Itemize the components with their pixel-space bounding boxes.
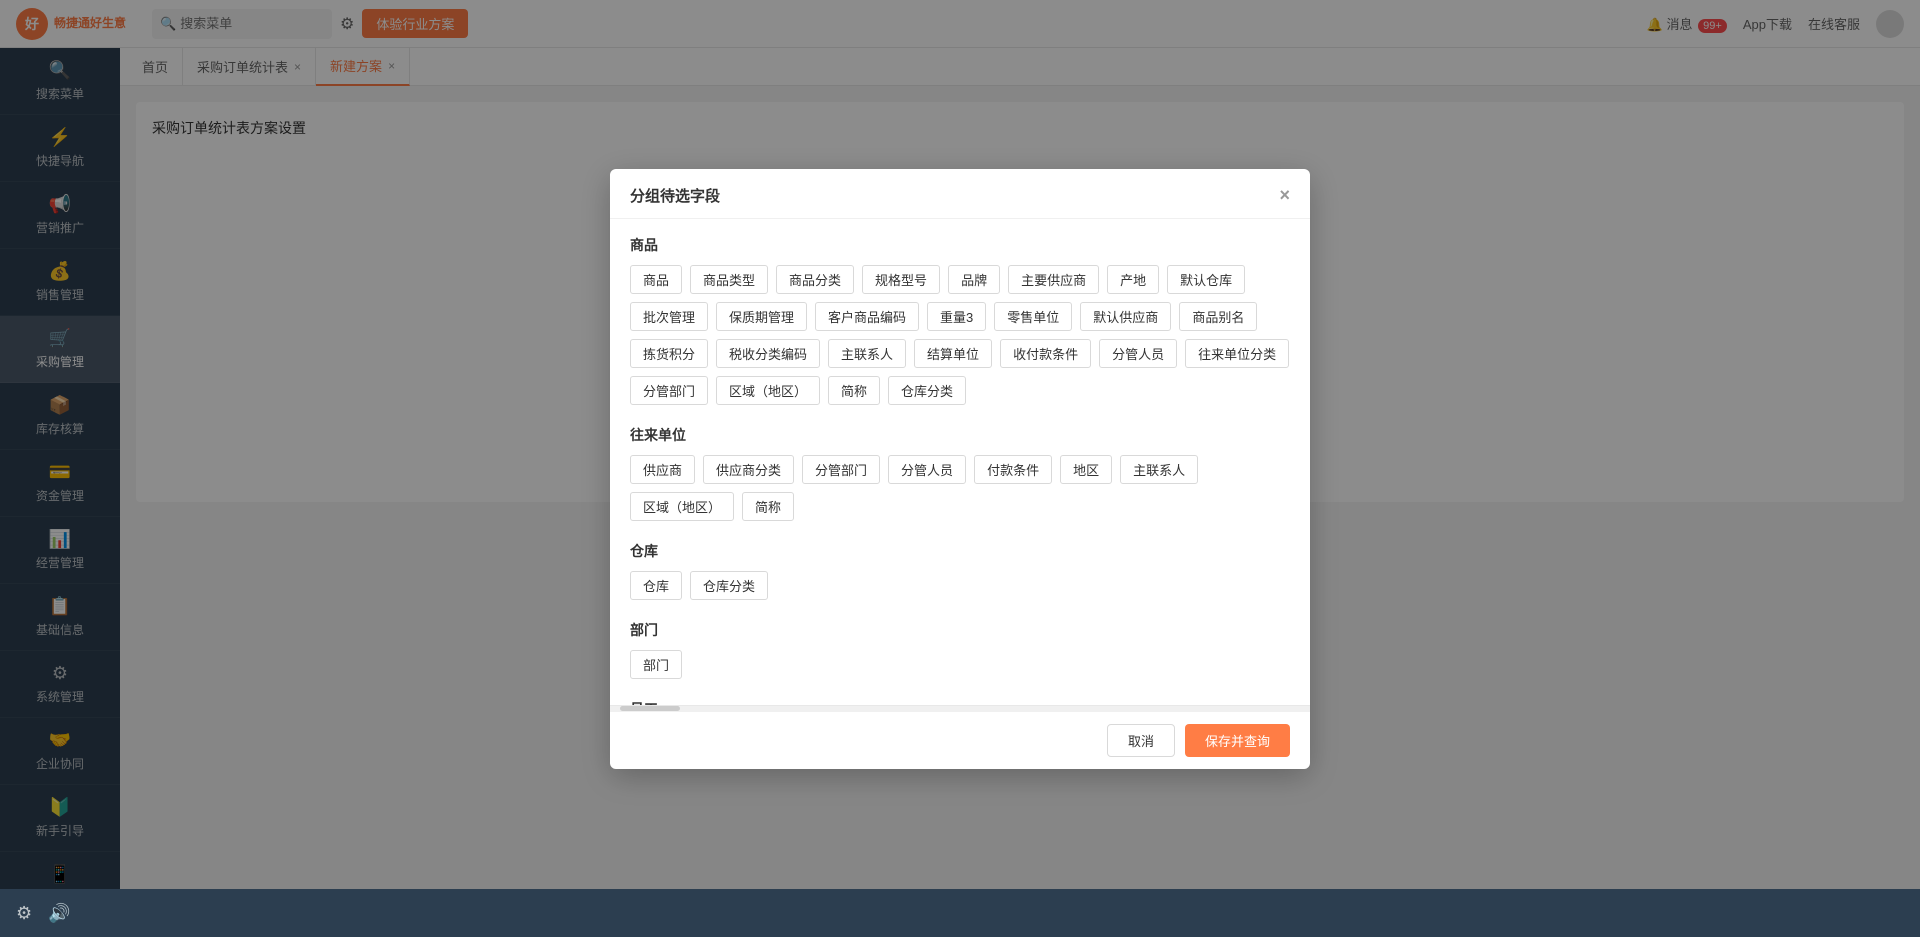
tag-supervisor[interactable]: 分管人员 <box>1099 339 1177 368</box>
dialog-hscroll-thumb <box>620 706 680 711</box>
cancel-button[interactable]: 取消 <box>1107 724 1175 757</box>
section-dept-tags: 部门 <box>630 650 1290 679</box>
tag-customer-code[interactable]: 客户商品编码 <box>815 302 919 331</box>
tag-abbr-product[interactable]: 简称 <box>828 376 880 405</box>
tag-default-warehouse[interactable]: 默认仓库 <box>1167 265 1245 294</box>
settings-bottom-icon[interactable]: ⚙ <box>16 903 32 924</box>
tag-product-type[interactable]: 商品类型 <box>690 265 768 294</box>
section-product-tags: 商品 商品类型 商品分类 规格型号 品牌 主要供应商 产地 默认仓库 批次管理 … <box>630 265 1290 405</box>
section-warehouse-title: 仓库 <box>630 541 1290 561</box>
tag-main-contact-partner[interactable]: 主联系人 <box>1120 455 1198 484</box>
tag-origin[interactable]: 产地 <box>1107 265 1159 294</box>
tag-default-supplier[interactable]: 默认供应商 <box>1080 302 1171 331</box>
section-warehouse-tags: 仓库 仓库分类 <box>630 571 1290 600</box>
dialog-footer: 取消 保存并查询 <box>610 711 1310 769</box>
section-partner-tags: 供应商 供应商分类 分管部门 分管人员 付款条件 地区 主联系人 区域（地区） … <box>630 455 1290 521</box>
tag-settlement-unit[interactable]: 结算单位 <box>914 339 992 368</box>
tag-region-partner[interactable]: 地区 <box>1060 455 1112 484</box>
tag-region2[interactable]: 区域（地区） <box>630 492 734 521</box>
tag-spec-model[interactable]: 规格型号 <box>862 265 940 294</box>
section-product: 商品 商品 商品类型 商品分类 规格型号 品牌 主要供应商 产地 默认仓库 批次… <box>630 235 1290 405</box>
tag-batch-mgmt[interactable]: 批次管理 <box>630 302 708 331</box>
section-partner: 往来单位 供应商 供应商分类 分管部门 分管人员 付款条件 地区 主联系人 区域… <box>630 425 1290 521</box>
audio-bottom-icon[interactable]: 🔊 <box>48 903 70 924</box>
tag-partner-supervisor[interactable]: 分管人员 <box>888 455 966 484</box>
tag-warehouse[interactable]: 仓库 <box>630 571 682 600</box>
section-warehouse: 仓库 仓库 仓库分类 <box>630 541 1290 600</box>
tag-brand[interactable]: 品牌 <box>948 265 1000 294</box>
tag-payment-condition[interactable]: 付款条件 <box>974 455 1052 484</box>
bottom-bar: ⚙ 🔊 <box>0 889 1920 937</box>
tag-product-alias[interactable]: 商品别名 <box>1179 302 1257 331</box>
tag-warehouse-cat[interactable]: 仓库分类 <box>690 571 768 600</box>
tag-product[interactable]: 商品 <box>630 265 682 294</box>
section-dept: 部门 部门 <box>630 620 1290 679</box>
tag-region-product[interactable]: 区域（地区） <box>716 376 820 405</box>
tag-tax-code[interactable]: 税收分类编码 <box>716 339 820 368</box>
dialog-title: 分组待选字段 <box>630 185 720 206</box>
field-select-dialog: 分组待选字段 × 商品 商品 商品类型 商品分类 规格型号 品牌 主要供应商 产… <box>610 169 1310 769</box>
tag-partner-category[interactable]: 往来单位分类 <box>1185 339 1289 368</box>
dialog-header: 分组待选字段 × <box>610 169 1310 219</box>
tag-main-supplier[interactable]: 主要供应商 <box>1008 265 1099 294</box>
tag-warehouse-category[interactable]: 仓库分类 <box>888 376 966 405</box>
tag-partner-dept[interactable]: 分管部门 <box>802 455 880 484</box>
dialog-body: 商品 商品 商品类型 商品分类 规格型号 品牌 主要供应商 产地 默认仓库 批次… <box>610 219 1310 705</box>
section-partner-title: 往来单位 <box>630 425 1290 445</box>
tag-payment-terms[interactable]: 收付款条件 <box>1000 339 1091 368</box>
tag-department[interactable]: 部门 <box>630 650 682 679</box>
tag-supplier-category[interactable]: 供应商分类 <box>703 455 794 484</box>
tag-product-category[interactable]: 商品分类 <box>776 265 854 294</box>
dialog-close-btn[interactable]: × <box>1279 186 1290 204</box>
confirm-button[interactable]: 保存并查询 <box>1185 724 1290 757</box>
tag-weight3[interactable]: 重量3 <box>927 302 986 331</box>
tag-expiry-mgmt[interactable]: 保质期管理 <box>716 302 807 331</box>
tag-supplier[interactable]: 供应商 <box>630 455 695 484</box>
tag-pick-points[interactable]: 拣货积分 <box>630 339 708 368</box>
tag-abbr-partner[interactable]: 简称 <box>742 492 794 521</box>
dialog-overlay: 分组待选字段 × 商品 商品 商品类型 商品分类 规格型号 品牌 主要供应商 产… <box>0 0 1920 937</box>
dialog-hscroll[interactable] <box>610 705 1310 711</box>
tag-dept-mgmt[interactable]: 分管部门 <box>630 376 708 405</box>
section-product-title: 商品 <box>630 235 1290 255</box>
tag-main-contact[interactable]: 主联系人 <box>828 339 906 368</box>
section-dept-title: 部门 <box>630 620 1290 640</box>
tag-retail-unit[interactable]: 零售单位 <box>994 302 1072 331</box>
